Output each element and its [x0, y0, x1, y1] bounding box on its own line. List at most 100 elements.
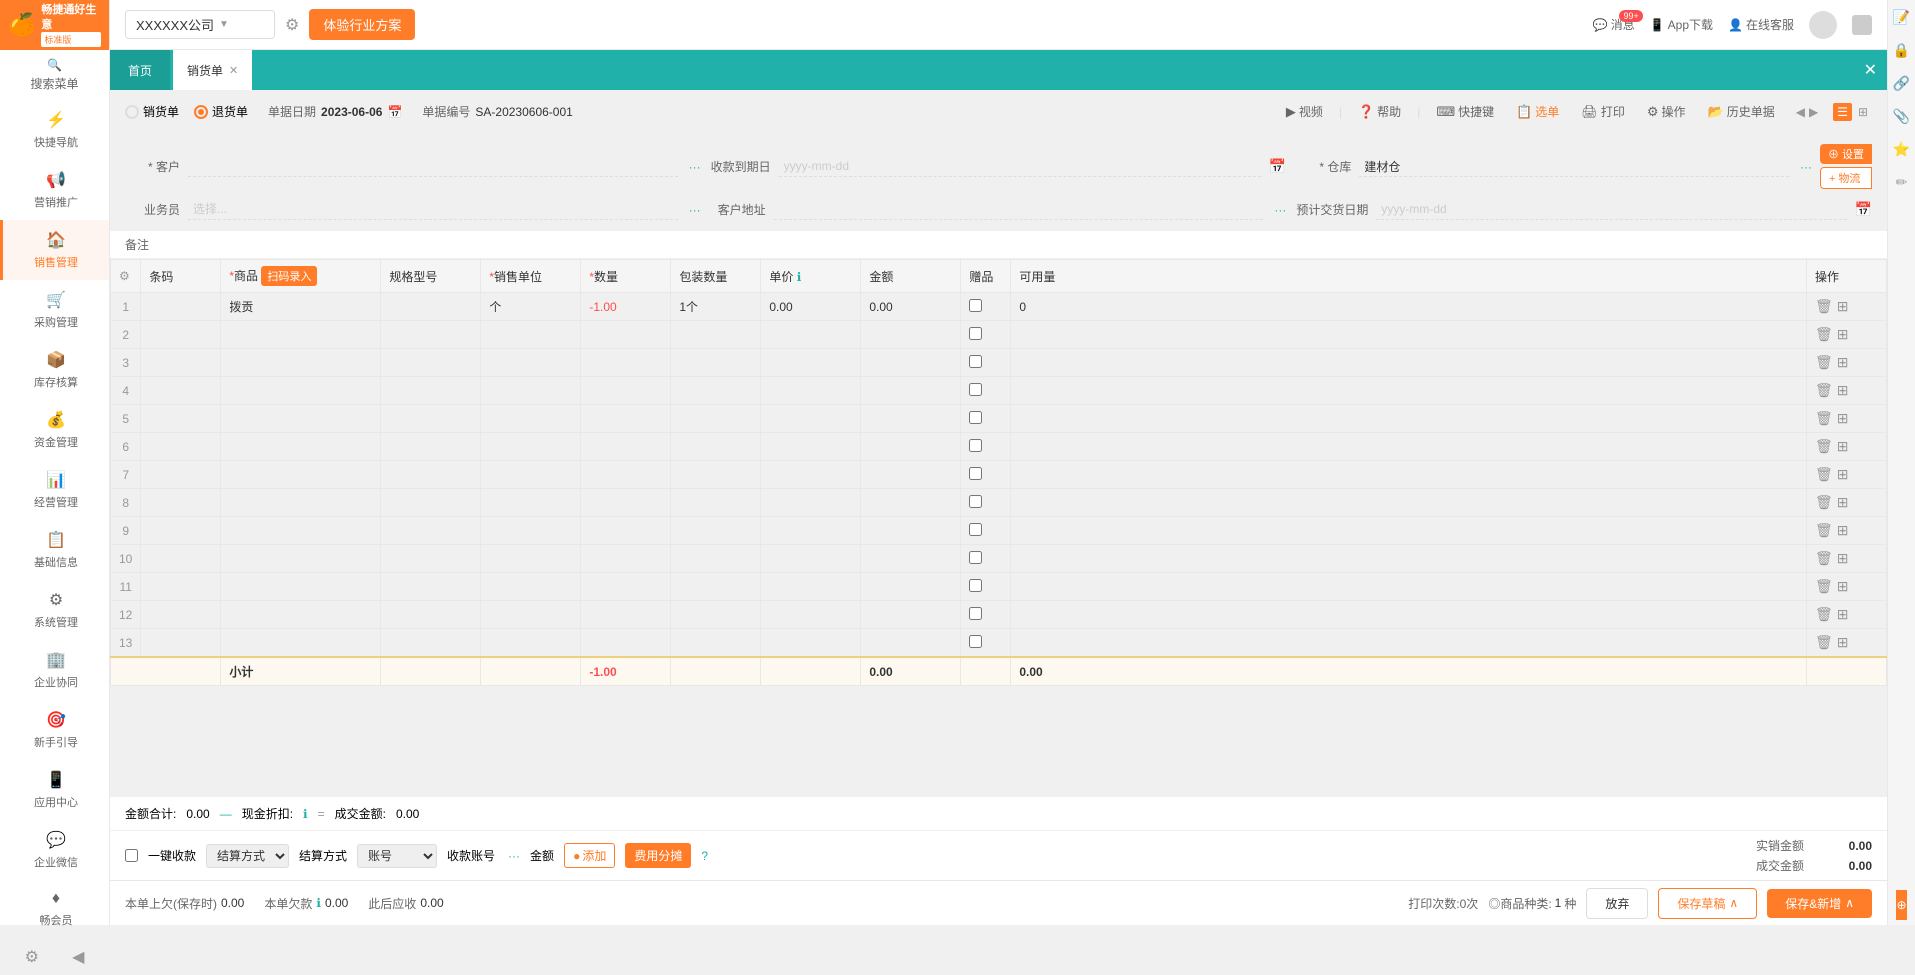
save-new-btn[interactable]: 保存&新增 ∧ — [1767, 889, 1872, 918]
receive-date-input[interactable] — [779, 156, 1261, 177]
online-service-btn[interactable]: 👤 在线客服 — [1728, 16, 1794, 33]
payment-account-select[interactable]: 账号 — [357, 844, 437, 868]
gift-checkbox[interactable] — [969, 551, 982, 564]
expected-date-calendar-icon[interactable]: 📅 — [1855, 201, 1872, 218]
delete-row-icon[interactable]: 🗑 — [1815, 494, 1833, 511]
sidebar-search[interactable]: 🔍 搜索菜单 — [0, 50, 109, 100]
payment-add-btn[interactable]: ● 添加 — [564, 843, 615, 868]
row-amount[interactable] — [861, 321, 961, 349]
row-product[interactable] — [221, 321, 381, 349]
copy-row-icon[interactable]: ⊞ — [1837, 298, 1849, 315]
row-qty[interactable]: -1.00 — [581, 293, 671, 321]
row-price[interactable] — [761, 321, 861, 349]
row-spec[interactable] — [381, 293, 481, 321]
toolbar-choose-btn[interactable]: 📋 选单 — [1510, 100, 1565, 123]
debt-help-icon[interactable]: ℹ — [316, 896, 321, 910]
row-pack-qty[interactable]: 1个 — [671, 293, 761, 321]
sidebar-item-apps[interactable]: 📱 应用中心 — [0, 760, 109, 820]
staff-more-icon[interactable]: ··· — [689, 203, 701, 217]
row-gift[interactable] — [961, 293, 1011, 321]
customer-addr-input[interactable] — [774, 199, 1264, 220]
delete-row-icon[interactable]: 🗑 — [1815, 578, 1833, 595]
row-product[interactable]: 拨贡 — [221, 293, 381, 321]
payment-account-more-icon[interactable]: ··· — [508, 849, 520, 863]
customer-input[interactable] — [188, 156, 678, 177]
toolbar-video-btn[interactable]: ▶ 视频 — [1280, 100, 1329, 123]
addr-more-icon[interactable]: ··· — [1274, 203, 1286, 217]
row-unit[interactable] — [481, 321, 581, 349]
gift-checkbox[interactable] — [969, 579, 982, 592]
copy-row-icon[interactable]: ⊞ — [1837, 522, 1849, 539]
copy-row-icon[interactable]: ⊞ — [1837, 550, 1849, 567]
copy-row-icon[interactable]: ⊞ — [1837, 466, 1849, 483]
sidebar-item-sales[interactable]: 🏠 销售管理 — [0, 220, 109, 280]
gift-checkbox[interactable] — [969, 607, 982, 620]
panel-attach-icon[interactable]: 📎 — [1889, 104, 1914, 129]
barcode-input[interactable] — [149, 300, 212, 314]
settings-icon[interactable]: ⚙ — [285, 15, 299, 35]
company-selector[interactable]: XXXXXX公司 ▼ — [125, 10, 275, 39]
copy-row-icon[interactable]: ⊞ — [1837, 410, 1849, 427]
gift-checkbox[interactable] — [969, 355, 982, 368]
row-spec[interactable] — [381, 321, 481, 349]
delete-row-icon[interactable]: 🗑 — [1815, 634, 1833, 651]
toolbar-print-btn[interactable]: 🖨 打印 — [1575, 100, 1631, 123]
discard-btn[interactable]: 放弃 — [1586, 888, 1648, 919]
delete-row-icon[interactable]: 🗑 — [1815, 550, 1833, 567]
sidebar-item-wechat[interactable]: 💬 企业微信 — [0, 820, 109, 880]
row-barcode[interactable] — [141, 293, 221, 321]
tab-sales-order[interactable]: 销货单 ✕ — [173, 50, 252, 90]
receive-date-calendar-icon[interactable]: 📅 — [1269, 158, 1286, 175]
copy-row-icon[interactable]: ⊞ — [1837, 606, 1849, 623]
sidebar-item-enterprise[interactable]: 🏢 企业协同 — [0, 640, 109, 700]
panel-edit-icon[interactable]: ✏ — [1892, 170, 1912, 195]
toolbar-history-btn[interactable]: 📂 历史单据 — [1702, 100, 1781, 123]
avatar2[interactable] — [1852, 15, 1872, 35]
copy-row-icon[interactable]: ⊞ — [1837, 354, 1849, 371]
gift-checkbox[interactable] — [969, 411, 982, 424]
radio-sales-order[interactable]: 销货单 — [125, 103, 179, 120]
row-barcode[interactable] — [141, 321, 221, 349]
expected-date-input[interactable] — [1376, 199, 1846, 220]
radio-return-order[interactable]: 退货单 — [194, 103, 248, 120]
table-gear-icon[interactable]: ⚙ — [119, 269, 130, 283]
close-all-tabs-icon[interactable]: ✕ — [1864, 60, 1877, 80]
row-pack-qty[interactable] — [671, 321, 761, 349]
gift-checkbox[interactable] — [969, 327, 982, 340]
gift-checkbox[interactable] — [969, 495, 982, 508]
staff-input[interactable] — [188, 199, 678, 220]
avatar[interactable] — [1809, 11, 1837, 39]
toolbar-help-btn[interactable]: ❓ 帮助 — [1352, 100, 1407, 123]
tab-home[interactable]: 首页 — [110, 50, 170, 90]
sidebar-settings-icon[interactable]: ⚙ — [25, 947, 39, 967]
warehouse-more-icon[interactable]: ··· — [1800, 160, 1812, 174]
gift-checkbox[interactable] — [969, 299, 982, 312]
notes-input[interactable] — [163, 238, 1872, 252]
panel-orange-btn[interactable]: ⊕ — [1896, 890, 1906, 920]
delete-row-icon[interactable]: 🗑 — [1815, 522, 1833, 539]
trial-btn[interactable]: 体验行业方案 — [309, 9, 415, 40]
date-value[interactable]: 2023-06-06 — [321, 105, 382, 119]
view-list-icon[interactable]: ☰ — [1833, 103, 1852, 121]
delete-row-icon[interactable]: 🗑 — [1815, 326, 1833, 343]
gift-checkbox[interactable] — [969, 439, 982, 452]
copy-row-icon[interactable]: ⊞ — [1837, 634, 1849, 651]
delete-row-icon[interactable]: 🗑 — [1815, 466, 1833, 483]
one-click-payment-checkbox[interactable] — [125, 849, 138, 862]
discount-help-icon[interactable]: ℹ — [303, 807, 308, 821]
tab-close-icon[interactable]: ✕ — [229, 64, 238, 77]
row-unit[interactable]: 个 — [481, 293, 581, 321]
customer-more-icon[interactable]: ··· — [689, 160, 701, 174]
panel-star-icon[interactable]: ⭐ — [1889, 137, 1914, 162]
app-download-btn[interactable]: 📱 App下载 — [1650, 16, 1713, 33]
expense-split-btn[interactable]: 费用分摊 — [625, 843, 691, 868]
view-grid-icon[interactable]: ⊞ — [1854, 103, 1872, 121]
sidebar-item-operation[interactable]: 📊 经营管理 — [0, 460, 109, 520]
sidebar-item-basic[interactable]: 📋 基础信息 — [0, 520, 109, 580]
warehouse-input[interactable] — [1359, 156, 1789, 177]
sidebar-item-system[interactable]: ⚙ 系统管理 — [0, 580, 109, 640]
delete-row-icon[interactable]: 🗑 — [1815, 382, 1833, 399]
copy-row-icon[interactable]: ⊞ — [1837, 326, 1849, 343]
panel-lock-icon[interactable]: 🔒 — [1889, 38, 1914, 63]
delete-row-icon[interactable]: 🗑 — [1815, 298, 1833, 315]
